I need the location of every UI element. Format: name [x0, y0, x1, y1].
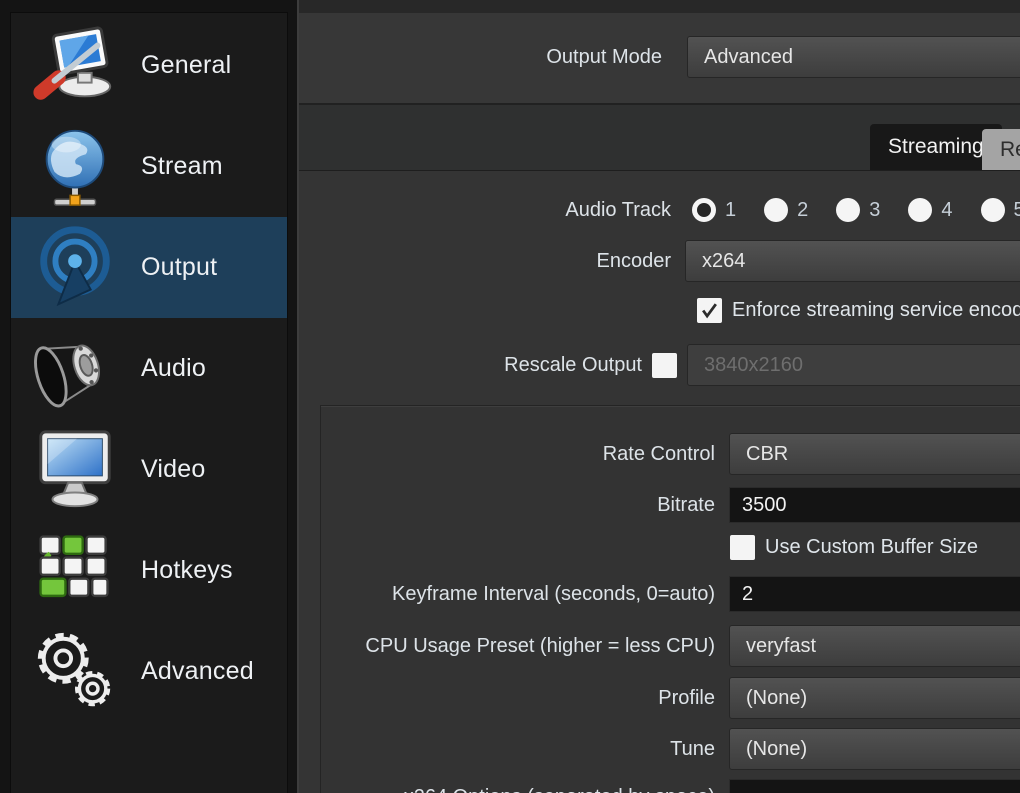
- encoder-settings-group: Rate Control CBR Bitrate 3500 Use Custom…: [320, 405, 1020, 793]
- tune-select[interactable]: (None): [729, 728, 1020, 770]
- bitrate-row: Bitrate 3500: [321, 487, 1020, 523]
- cpu-preset-value: veryfast: [746, 635, 816, 658]
- advanced-icon: [23, 627, 127, 717]
- profile-value: (None): [746, 687, 807, 710]
- tune-value: (None): [746, 738, 807, 761]
- rate-control-value: CBR: [746, 443, 788, 466]
- custom-buffer-row: Use Custom Buffer Size: [730, 534, 1020, 560]
- audio-track-radio-5[interactable]: [981, 198, 1005, 222]
- audio-track-label: Audio Track: [299, 199, 671, 222]
- output-mode-row: Output Mode Advanced: [299, 36, 1020, 78]
- audio-track-option-4: 4: [908, 198, 952, 222]
- encoder-label: Encoder: [299, 250, 671, 273]
- audio-track-radio-3[interactable]: [836, 198, 860, 222]
- sidebar-item-hotkeys[interactable]: Hotkeys: [11, 520, 287, 621]
- sidebar-item-video[interactable]: Video: [11, 419, 287, 520]
- cpu-preset-label: CPU Usage Preset (higher = less CPU): [321, 635, 715, 658]
- sidebar-item-audio[interactable]: Audio: [11, 318, 287, 419]
- hotkeys-icon: [23, 527, 127, 615]
- audio-track-row: Audio Track 1 2 3 4: [299, 193, 1020, 227]
- sidebar-label: General: [141, 51, 231, 80]
- stream-icon: [23, 123, 127, 211]
- output-mode-value: Advanced: [704, 46, 793, 69]
- rescale-output-label: Rescale Output: [299, 354, 642, 377]
- bitrate-value: 3500: [742, 494, 787, 517]
- output-mode-label: Output Mode: [299, 46, 662, 69]
- tab-label: Streaming: [888, 135, 984, 159]
- obs-settings-window: General: [0, 0, 1020, 793]
- sidebar-item-general[interactable]: General: [11, 15, 287, 116]
- tab-recording[interactable]: Recording: [982, 129, 1020, 170]
- rescale-output-checkbox[interactable]: [652, 353, 677, 378]
- audio-track-radio-group: 1 2 3 4 5: [685, 198, 1020, 222]
- sidebar-label: Video: [141, 455, 206, 484]
- rescale-output-row: Rescale Output 3840x2160: [299, 344, 1020, 386]
- enforce-settings-row: Enforce streaming service encoder settin…: [697, 297, 1020, 324]
- encoder-value: x264: [702, 250, 745, 273]
- bitrate-label: Bitrate: [321, 494, 715, 517]
- tune-label: Tune: [321, 738, 715, 761]
- audio-icon: [23, 324, 127, 414]
- keyframe-interval-value: 2: [742, 583, 753, 606]
- cpu-preset-row: CPU Usage Preset (higher = less CPU) ver…: [321, 625, 1020, 667]
- rescale-resolution-select[interactable]: 3840x2160: [687, 344, 1020, 386]
- encoder-select[interactable]: x264: [685, 240, 1020, 282]
- rate-control-label: Rate Control: [321, 443, 715, 466]
- check-icon: [700, 301, 719, 320]
- audio-track-radio-1[interactable]: [692, 198, 716, 222]
- rate-control-select[interactable]: CBR: [729, 433, 1020, 475]
- profile-row: Profile (None): [321, 677, 1020, 719]
- sidebar-item-output[interactable]: Output: [11, 217, 287, 318]
- audio-track-radio-2[interactable]: [764, 198, 788, 222]
- audio-track-option-2: 2: [764, 198, 808, 222]
- audio-track-option-3: 3: [836, 198, 880, 222]
- output-settings-panel: Output Mode Advanced Streaming Recording…: [297, 0, 1020, 793]
- video-icon: [23, 426, 127, 514]
- settings-category-list: General: [10, 12, 288, 793]
- general-icon: [23, 22, 127, 110]
- encoder-row: Encoder x264: [299, 240, 1020, 282]
- keyframe-interval-input[interactable]: 2: [729, 576, 1020, 612]
- top-strip: [299, 0, 1020, 13]
- enforce-settings-label: Enforce streaming service encoder settin…: [732, 299, 1020, 322]
- audio-track-option-1: 1: [692, 198, 736, 222]
- sidebar-label: Hotkeys: [141, 556, 233, 585]
- custom-buffer-label: Use Custom Buffer Size: [765, 536, 978, 559]
- rate-control-row: Rate Control CBR: [321, 433, 1020, 475]
- x264-options-input[interactable]: [729, 779, 1020, 793]
- settings-sidebar: General: [0, 0, 297, 793]
- enforce-settings-checkbox[interactable]: [697, 298, 722, 323]
- output-mode-select[interactable]: Advanced: [687, 36, 1020, 78]
- sidebar-item-stream[interactable]: Stream: [11, 116, 287, 217]
- profile-select[interactable]: (None): [729, 677, 1020, 719]
- cpu-preset-select[interactable]: veryfast: [729, 625, 1020, 667]
- custom-buffer-checkbox[interactable]: [730, 535, 755, 560]
- sidebar-label: Output: [141, 253, 217, 282]
- x264-options-label: x264 Options (separated by space): [321, 786, 715, 793]
- rescale-resolution-value: 3840x2160: [704, 354, 803, 377]
- audio-track-option-5: 5: [981, 198, 1020, 222]
- x264-options-row: x264 Options (separated by space): [321, 779, 1020, 793]
- keyframe-interval-row: Keyframe Interval (seconds, 0=auto) 2: [321, 576, 1020, 612]
- sidebar-label: Stream: [141, 152, 223, 181]
- sidebar-label: Advanced: [141, 657, 254, 686]
- profile-label: Profile: [321, 687, 715, 710]
- sidebar-item-advanced[interactable]: Advanced: [11, 621, 287, 722]
- tab-label: Recording: [1000, 138, 1020, 162]
- keyframe-interval-label: Keyframe Interval (seconds, 0=auto): [321, 583, 715, 606]
- sidebar-label: Audio: [141, 354, 206, 383]
- tune-row: Tune (None): [321, 728, 1020, 770]
- bitrate-input[interactable]: 3500: [729, 487, 1020, 523]
- output-icon: [23, 222, 127, 314]
- audio-track-radio-4[interactable]: [908, 198, 932, 222]
